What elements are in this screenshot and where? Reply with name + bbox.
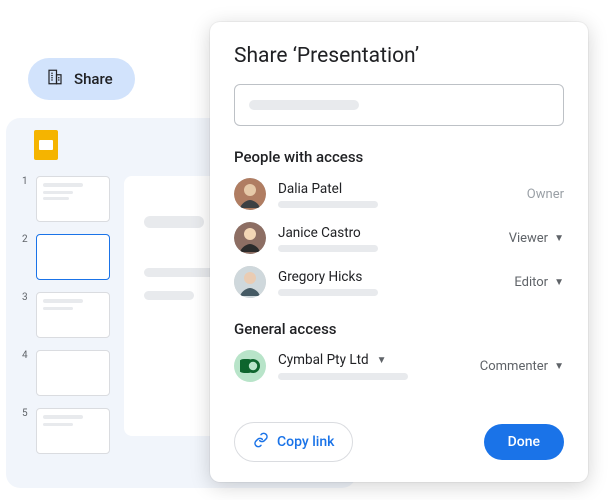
org-avatar-icon xyxy=(234,350,266,382)
thumb-number: 5 xyxy=(22,408,30,419)
share-pill-label: Share xyxy=(74,70,113,88)
role-dropdown[interactable]: Commenter ▼ xyxy=(480,359,564,374)
link-icon xyxy=(253,432,269,452)
person-name: Janice Castro xyxy=(278,225,497,241)
slide-thumbnail[interactable] xyxy=(36,292,110,338)
thumb-number: 4 xyxy=(22,350,30,361)
placeholder-line xyxy=(144,291,194,300)
thumb-number: 3 xyxy=(22,292,30,303)
people-with-access-heading: People with access xyxy=(234,148,564,166)
done-label: Done xyxy=(508,434,540,450)
thumb-number: 2 xyxy=(22,234,30,245)
person-row: Gregory Hicks Editor ▼ xyxy=(234,266,564,298)
placeholder-line xyxy=(144,216,204,228)
person-name: Gregory Hicks xyxy=(278,269,502,285)
thumb-number: 1 xyxy=(22,176,30,187)
share-pill-button[interactable]: Share xyxy=(28,58,135,100)
person-name: Dalia Patel xyxy=(278,181,515,197)
avatar xyxy=(234,222,266,254)
copy-link-button[interactable]: Copy link xyxy=(234,422,353,462)
avatar xyxy=(234,178,266,210)
chevron-down-icon: ▼ xyxy=(554,233,564,244)
chevron-down-icon: ▼ xyxy=(377,355,387,366)
placeholder-line xyxy=(278,373,408,380)
org-name: Cymbal Pty Ltd xyxy=(278,352,369,368)
avatar xyxy=(234,266,266,298)
dialog-title: Share ‘Presentation’ xyxy=(234,44,564,68)
chevron-down-icon: ▼ xyxy=(554,361,564,372)
person-row: Janice Castro Viewer ▼ xyxy=(234,222,564,254)
org-row: Cymbal Pty Ltd ▼ Commenter ▼ xyxy=(234,350,564,382)
person-row: Dalia Patel Owner xyxy=(234,178,564,210)
chevron-down-icon: ▼ xyxy=(554,277,564,288)
placeholder-line xyxy=(278,201,378,208)
add-people-input[interactable] xyxy=(234,84,564,126)
role-dropdown[interactable]: Editor ▼ xyxy=(514,275,564,290)
general-access-heading: General access xyxy=(234,320,564,338)
role-label: Owner xyxy=(527,187,564,202)
slide-thumbnail[interactable] xyxy=(36,176,110,222)
placeholder-line xyxy=(249,100,359,110)
share-dialog: Share ‘Presentation’ People with access … xyxy=(210,22,588,482)
placeholder-line xyxy=(278,245,378,252)
slide-thumbnail[interactable] xyxy=(36,350,110,396)
role-dropdown[interactable]: Viewer ▼ xyxy=(509,231,564,246)
building-icon xyxy=(46,68,64,90)
copy-link-label: Copy link xyxy=(277,434,334,450)
slides-logo-icon xyxy=(34,130,58,160)
thumbnail-rail: 1 2 3 4 5 xyxy=(22,176,110,454)
slide-thumbnail[interactable] xyxy=(36,234,110,280)
placeholder-line xyxy=(278,289,378,296)
org-scope-dropdown[interactable]: Cymbal Pty Ltd ▼ xyxy=(278,352,468,368)
slide-thumbnail[interactable] xyxy=(36,408,110,454)
done-button[interactable]: Done xyxy=(484,424,564,460)
